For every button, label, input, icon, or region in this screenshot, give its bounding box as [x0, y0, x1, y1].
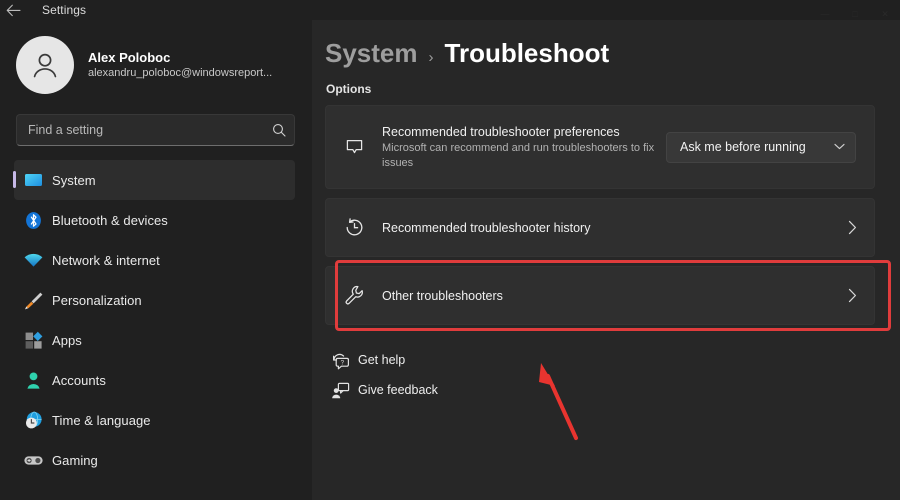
back-arrow-icon[interactable]: [0, 0, 26, 20]
close-button[interactable]: ✕: [870, 8, 900, 20]
apps-grid-icon: [14, 330, 52, 351]
search-wrapper: [16, 114, 295, 146]
person-icon: [14, 370, 52, 391]
avatar: [16, 36, 74, 94]
sidebar-item-system[interactable]: System: [14, 160, 295, 200]
footer-links: ? Get help Give feedback: [322, 345, 900, 405]
main-content: System › Troubleshoot Options Recommende…: [312, 20, 900, 500]
card-title: Recommended troubleshooter preferences: [382, 124, 666, 140]
history-clock-icon: [326, 216, 382, 239]
card-title: Recommended troubleshooter history: [382, 220, 672, 236]
account-name: Alex Poloboc: [88, 49, 272, 66]
link-label: Get help: [358, 353, 405, 367]
monitor-icon: [14, 170, 52, 191]
gamepad-icon: [14, 450, 52, 471]
card-body: Recommended troubleshooter preferences M…: [382, 115, 666, 180]
sidebar-item-gaming[interactable]: Gaming: [14, 440, 295, 480]
chevron-right-icon[interactable]: [830, 220, 874, 235]
search-box[interactable]: [16, 114, 295, 146]
sidebar-item-personalization[interactable]: Personalization: [14, 280, 295, 320]
chevron-right-icon[interactable]: [830, 288, 874, 303]
account-header[interactable]: Alex Poloboc alexandru_poloboc@windowsre…: [16, 36, 312, 94]
section-label: Options: [326, 82, 900, 96]
settings-window: Settings — □ ✕ Alex Poloboc alexandru_po…: [0, 0, 900, 500]
bluetooth-icon: [14, 210, 52, 231]
paintbrush-icon: [14, 290, 52, 311]
breadcrumb-parent[interactable]: System: [325, 38, 418, 69]
svg-text:?: ?: [340, 359, 344, 366]
link-label: Give feedback: [358, 383, 438, 397]
sidebar-item-label: Network & internet: [52, 253, 160, 268]
dropdown-value: Ask me before running: [680, 140, 806, 154]
link-get-help[interactable]: ? Get help: [322, 345, 900, 375]
clock-globe-icon: [14, 410, 52, 431]
wrench-icon: [326, 284, 382, 307]
wifi-icon: [14, 250, 52, 271]
sidebar-item-label: Apps: [52, 333, 82, 348]
help-question-icon: ?: [322, 351, 358, 370]
feedback-icon: [322, 381, 358, 400]
card-title: Other troubleshooters: [382, 288, 672, 304]
window-controls: — □ ✕: [810, 0, 900, 20]
account-text: Alex Poloboc alexandru_poloboc@windowsre…: [88, 49, 272, 81]
page-title: Troubleshoot: [445, 38, 610, 69]
search-icon[interactable]: [264, 123, 294, 137]
maximize-button[interactable]: □: [840, 8, 870, 20]
sidebar-item-bluetooth-devices[interactable]: Bluetooth & devices: [14, 200, 295, 240]
card-body: Other troubleshooters: [382, 279, 830, 313]
sidebar-item-apps[interactable]: Apps: [14, 320, 295, 360]
minimize-button[interactable]: —: [810, 8, 840, 20]
sidebar-item-label: Gaming: [52, 453, 98, 468]
sidebar-item-label: System: [52, 173, 96, 188]
sidebar-item-label: Bluetooth & devices: [52, 213, 168, 228]
card-troubleshooter-history[interactable]: Recommended troubleshooter history: [325, 198, 875, 257]
breadcrumb: System › Troubleshoot: [325, 38, 900, 69]
shield-outline-icon: [326, 136, 382, 159]
sidebar-item-label: Time & language: [52, 413, 151, 428]
card-other-troubleshooters[interactable]: Other troubleshooters: [325, 266, 875, 325]
card-body: Recommended troubleshooter history: [382, 211, 830, 245]
sidebar-item-label: Accounts: [52, 373, 106, 388]
card-subtitle: Microsoft can recommend and run troubles…: [382, 141, 666, 171]
window-title: Settings: [42, 3, 86, 17]
sidebar-item-accounts[interactable]: Accounts: [14, 360, 295, 400]
title-bar: Settings — □ ✕: [0, 0, 900, 20]
sidebar-item-label: Personalization: [52, 293, 142, 308]
search-input[interactable]: [17, 123, 264, 137]
sidebar-nav: System Bluetooth & devices: [0, 160, 312, 480]
sidebar-item-network-internet[interactable]: Network & internet: [14, 240, 295, 280]
account-email: alexandru_poloboc@windowsreport...: [88, 66, 272, 81]
recommended-preferences-dropdown[interactable]: Ask me before running: [666, 132, 856, 163]
card-recommended-preferences[interactable]: Recommended troubleshooter preferences M…: [325, 105, 875, 189]
sidebar: Alex Poloboc alexandru_poloboc@windowsre…: [0, 20, 312, 500]
chevron-down-icon: [834, 142, 845, 153]
chevron-right-icon: ›: [429, 49, 434, 66]
link-give-feedback[interactable]: Give feedback: [322, 375, 900, 405]
sidebar-item-time-language[interactable]: Time & language: [14, 400, 295, 440]
